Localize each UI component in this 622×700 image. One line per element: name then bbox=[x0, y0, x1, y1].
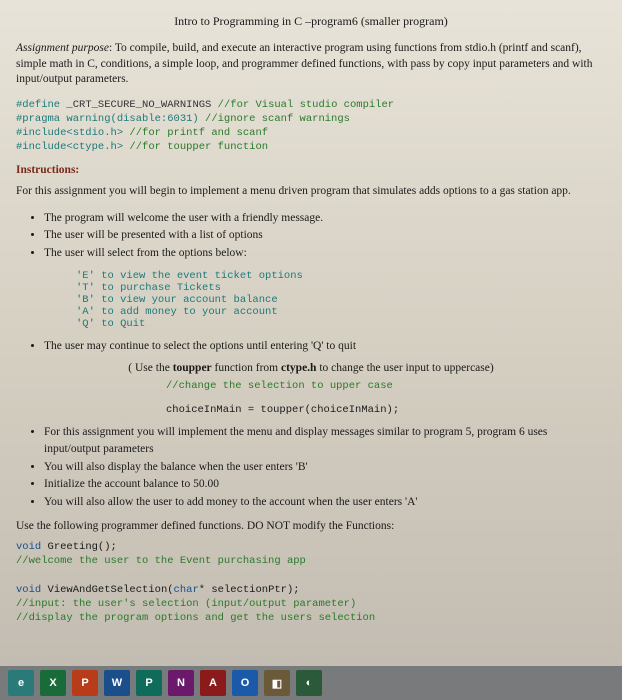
misc1-icon[interactable]: ◧ bbox=[264, 670, 290, 696]
outlook-icon[interactable]: O bbox=[232, 670, 258, 696]
list-item: The user may continue to select the opti… bbox=[44, 338, 606, 355]
list-item: Initialize the account balance to 50.00 bbox=[44, 476, 606, 493]
intro-paragraph: For this assignment you will begin to im… bbox=[16, 184, 606, 200]
list-item: The program will welcome the user with a… bbox=[44, 210, 606, 227]
edge-icon[interactable]: e bbox=[8, 670, 34, 696]
taskbar: e X P W P N A O ◧ ◐ bbox=[0, 666, 622, 700]
list-item: The user will be presented with a list o… bbox=[44, 227, 606, 244]
access-icon[interactable]: A bbox=[200, 670, 226, 696]
pub-icon[interactable]: P bbox=[136, 670, 162, 696]
purpose-label: Assignment purpose bbox=[16, 42, 109, 54]
toupper-code: //change the selection to upper case cho… bbox=[16, 380, 606, 416]
document-page: Intro to Programming in C –program6 (sma… bbox=[0, 0, 622, 675]
word-icon[interactable]: W bbox=[104, 670, 130, 696]
ppt-icon[interactable]: P bbox=[72, 670, 98, 696]
page-title: Intro to Programming in C –program6 (sma… bbox=[16, 14, 606, 29]
list-item: For this assignment you will implement t… bbox=[44, 424, 606, 457]
func-defs-code: void Greeting(); //welcome the user to t… bbox=[16, 540, 606, 625]
use-funcs-para: Use the following programmer defined fun… bbox=[16, 519, 606, 535]
menu-options-code: 'E' to view the event ticket options 'T'… bbox=[76, 270, 606, 330]
bullets-second: For this assignment you will implement t… bbox=[44, 424, 606, 510]
preamble-code: #define _CRT_SECURE_NO_WARNINGS //for Vi… bbox=[16, 98, 606, 155]
list-item: You will also allow the user to add mone… bbox=[44, 494, 606, 511]
code-text: #define _CRT_SECURE_NO_WARNINGS //for Vi… bbox=[16, 99, 394, 154]
bullets-first: The program will welcome the user with a… bbox=[44, 210, 606, 262]
list-item: The user will select from the options be… bbox=[44, 245, 606, 262]
misc2-icon[interactable]: ◐ bbox=[296, 670, 322, 696]
bullets-continue: The user may continue to select the opti… bbox=[44, 338, 606, 355]
onenote-icon[interactable]: N bbox=[168, 670, 194, 696]
instructions-heading: Instructions: bbox=[16, 164, 606, 176]
list-item: You will also display the balance when t… bbox=[44, 459, 606, 476]
toupper-hint: ( Use the toupper function from ctype.h … bbox=[16, 362, 606, 374]
assignment-purpose: Assignment purpose: To compile, build, a… bbox=[16, 41, 606, 88]
excel-icon[interactable]: X bbox=[40, 670, 66, 696]
